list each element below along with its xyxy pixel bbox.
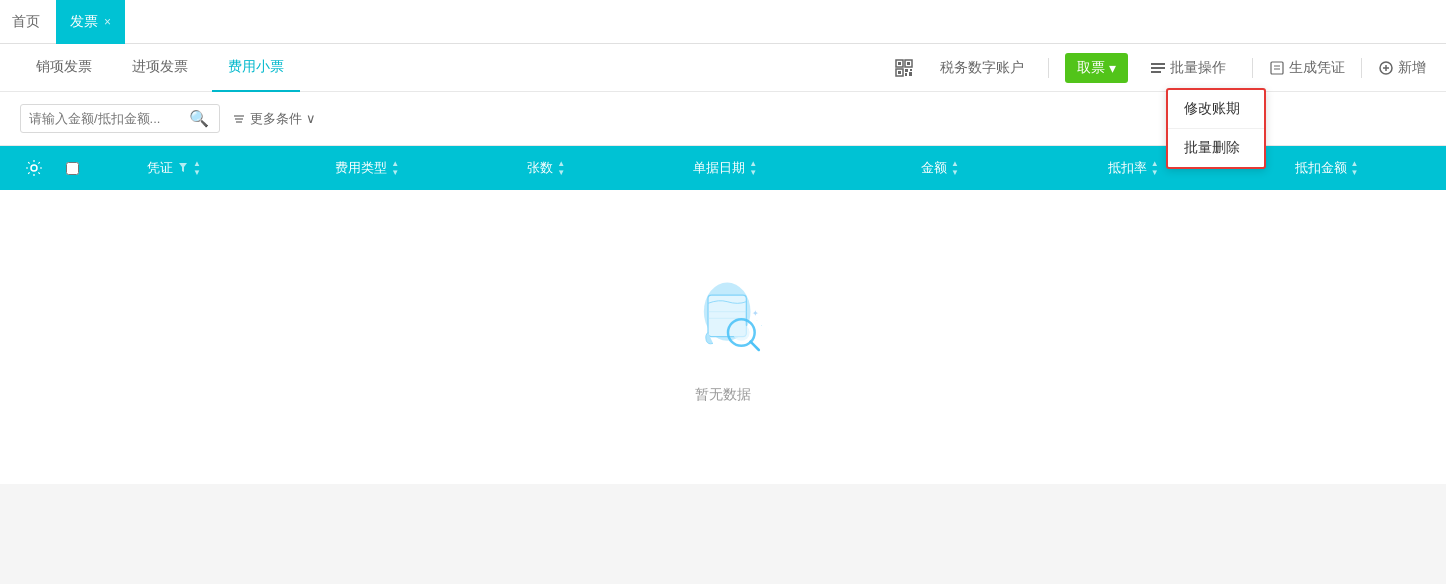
invoice-tab-label: 发票 (70, 13, 98, 31)
empty-state: ✦ · · 暂无数据 (0, 190, 1446, 484)
tab-expense-receipt[interactable]: 费用小票 (212, 44, 300, 92)
svg-rect-11 (1151, 67, 1165, 69)
search-input[interactable] (29, 111, 189, 126)
svg-text:·: · (761, 322, 763, 329)
svg-rect-9 (909, 72, 912, 76)
voucher-sort[interactable]: ▲▼ (193, 160, 201, 177)
batch-ops-icon (1150, 60, 1166, 76)
empty-state-illustration: ✦ · · (673, 270, 773, 370)
date-sort[interactable]: ▲▼ (749, 160, 757, 177)
svg-rect-10 (1151, 63, 1165, 65)
invoice-tab[interactable]: 发票 × (56, 0, 125, 44)
svg-rect-13 (1271, 62, 1283, 74)
batch-ops-dropdown: 修改账期 批量删除 (1166, 88, 1266, 169)
divider-1 (1048, 58, 1049, 78)
batch-ops-label: 批量操作 (1170, 59, 1226, 77)
tab-sales-invoice[interactable]: 销项发票 (20, 44, 108, 92)
take-invoice-label: 取票 (1077, 59, 1105, 77)
th-settings[interactable] (12, 159, 56, 177)
svg-point-22 (31, 165, 37, 171)
more-conditions-label: 更多条件 (250, 110, 302, 128)
qr-icon (894, 58, 914, 78)
tax-account-button[interactable]: 税务数字账户 (932, 59, 1032, 77)
home-tab[interactable]: 首页 (12, 13, 56, 31)
th-voucher[interactable]: 凭证 ▲▼ (88, 159, 260, 177)
amount-sort[interactable]: ▲▼ (951, 160, 959, 177)
batch-delete-item[interactable]: 批量删除 (1168, 128, 1264, 167)
take-invoice-arrow: ▾ (1109, 60, 1116, 76)
top-navigation: 首页 发票 × (0, 0, 1446, 44)
modify-period-item[interactable]: 修改账期 (1168, 90, 1264, 128)
svg-rect-7 (910, 69, 912, 71)
divider-2 (1252, 58, 1253, 78)
more-conditions-button[interactable]: 更多条件 ∨ (232, 110, 316, 128)
svg-line-27 (751, 342, 759, 350)
svg-rect-8 (905, 73, 907, 76)
th-expense-type[interactable]: 费用类型 ▲▼ (260, 159, 475, 177)
expense-sort[interactable]: ▲▼ (391, 160, 399, 177)
th-count[interactable]: 张数 ▲▼ (475, 159, 618, 177)
qr-code-button[interactable] (888, 52, 920, 84)
svg-rect-1 (898, 62, 901, 65)
generate-voucher-label: 生成凭证 (1289, 59, 1345, 77)
svg-rect-6 (905, 69, 908, 72)
new-button-label: 新增 (1398, 59, 1426, 77)
invoice-tab-close[interactable]: × (104, 15, 111, 29)
content-area: 凭证 ▲▼ 费用类型 ▲▼ 张数 ▲▼ 单据日期 ▲▼ (0, 146, 1446, 484)
select-all-checkbox[interactable] (66, 162, 79, 175)
voucher-icon (1269, 60, 1285, 76)
deduct-rate-sort[interactable]: ▲▼ (1151, 160, 1159, 177)
deduct-amount-sort[interactable]: ▲▼ (1351, 160, 1359, 177)
plus-circle-icon (1378, 60, 1394, 76)
th-amount[interactable]: 金额 ▲▼ (833, 159, 1048, 177)
take-invoice-button[interactable]: 取票 ▾ (1065, 53, 1128, 83)
sub-tabs-bar: 销项发票 进项发票 费用小票 税务数字账户 取票 ▾ (0, 44, 1446, 92)
more-conditions-arrow: ∨ (306, 111, 316, 126)
search-input-wrap[interactable]: 🔍 (20, 104, 220, 133)
th-date[interactable]: 单据日期 ▲▼ (618, 159, 833, 177)
empty-state-text: 暂无数据 (695, 386, 751, 404)
search-icon[interactable]: 🔍 (189, 109, 209, 128)
settings-icon (25, 159, 43, 177)
svg-point-26 (733, 324, 750, 341)
batch-ops-button[interactable]: 批量操作 (1140, 53, 1236, 83)
divider-3 (1361, 58, 1362, 78)
new-button[interactable]: 新增 (1378, 59, 1426, 77)
tab-purchase-invoice[interactable]: 进项发票 (116, 44, 204, 92)
svg-text:·: · (756, 317, 757, 323)
action-buttons-area: 税务数字账户 取票 ▾ 批量操作 生成凭证 (888, 52, 1426, 84)
voucher-filter-icon (177, 161, 189, 175)
generate-voucher-button[interactable]: 生成凭证 (1269, 59, 1345, 77)
svg-rect-5 (898, 71, 901, 74)
filter-icon (232, 112, 246, 126)
count-sort[interactable]: ▲▼ (557, 160, 565, 177)
svg-rect-12 (1151, 71, 1161, 73)
th-checkbox[interactable] (56, 162, 88, 175)
svg-rect-3 (907, 62, 910, 65)
